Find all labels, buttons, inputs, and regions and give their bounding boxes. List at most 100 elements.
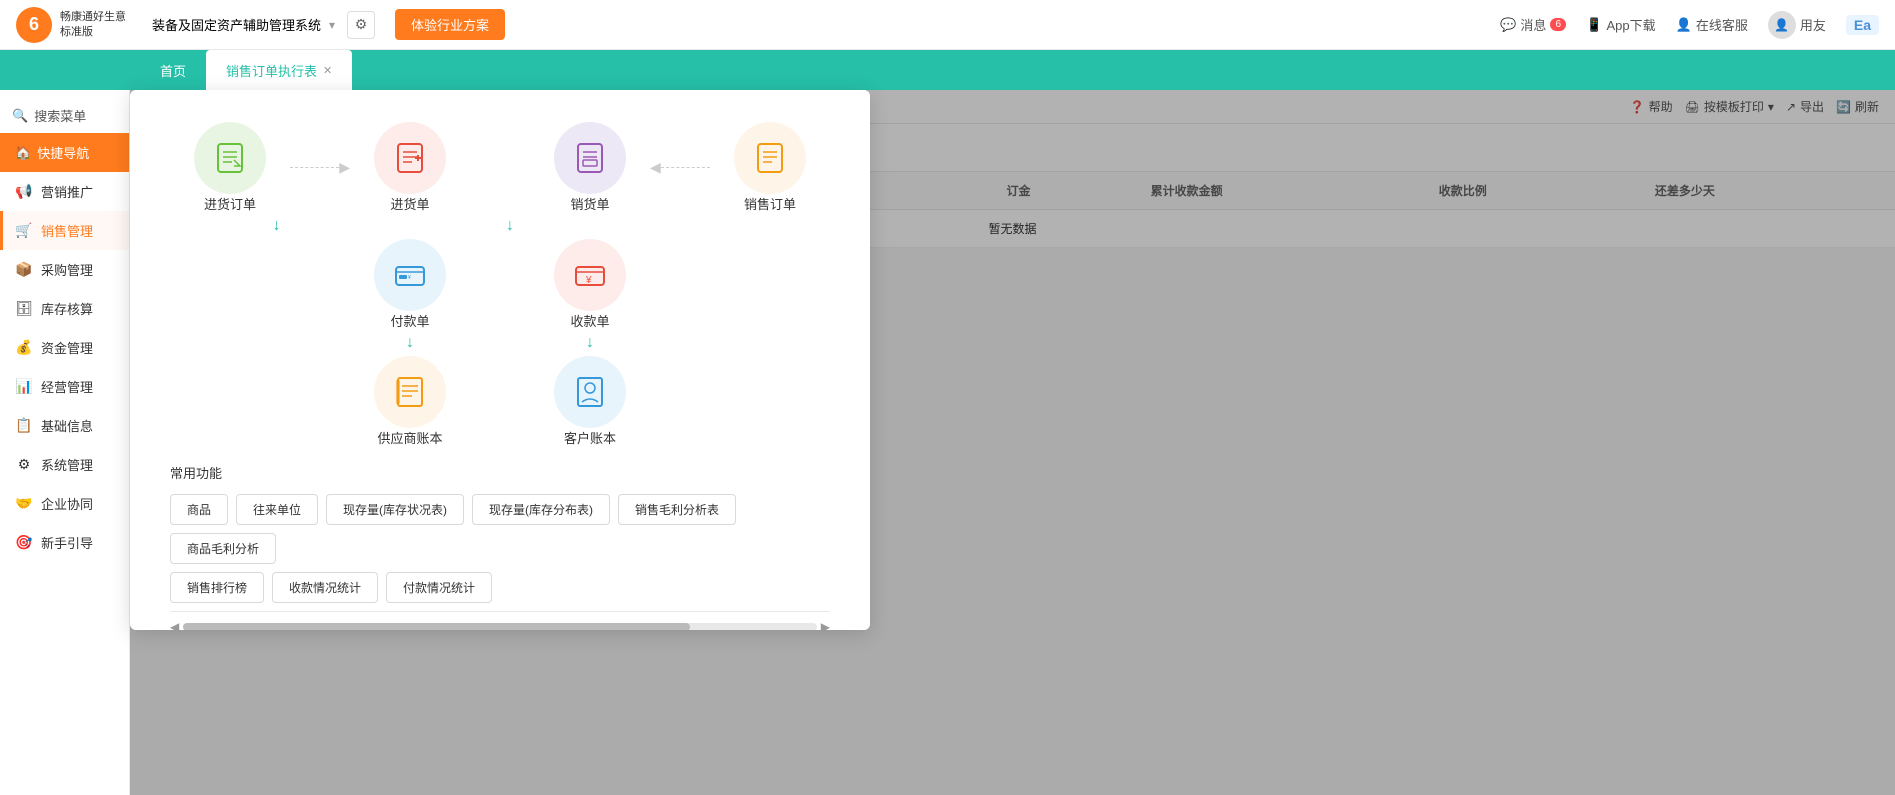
message-button[interactable]: 💬 消息 6 (1500, 15, 1566, 34)
flow-row-1: 进货订单 ▶ 进货单 (170, 122, 830, 213)
scrollbar-track[interactable] (183, 623, 817, 630)
enterprise-icon: 🤝 (15, 495, 33, 513)
online-service-button[interactable]: 👤 在线客服 (1676, 15, 1748, 34)
sidebar-item-base-info[interactable]: 📋 基础信息 (0, 406, 129, 445)
search-icon: 🔍 (12, 108, 28, 124)
system-title-text: 装备及固定资产辅助管理系统 (152, 15, 321, 34)
supplier-ledger-circle[interactable] (374, 356, 446, 428)
func-btn-sales-profit-analysis[interactable]: 销售毛利分析表 (618, 494, 736, 525)
common-functions-section: 常用功能 商品 往来单位 现存量(库存状况表) 现存量(库存分布表) 销售毛利分… (170, 463, 830, 603)
func-btn-goods-profit-analysis[interactable]: 商品毛利分析 (170, 533, 276, 564)
purchase-bill-label: 进货单 (390, 194, 429, 213)
flow-row-2: ¥ 付款单 ¥ 收款单 (170, 239, 830, 330)
logo-icon: 6 (16, 7, 52, 43)
app-title: 装备及固定资产辅助管理系统 ▾ ⚙ 体验行业方案 (136, 9, 1500, 40)
customer-ledger-label: 客户账本 (564, 428, 616, 447)
down-arrow-receipt: ↓ (530, 334, 650, 352)
payment-bill-circle[interactable]: ¥ (374, 239, 446, 311)
func-btn-stock-dist[interactable]: 现存量(库存分布表) (472, 494, 610, 525)
sales-order-circle[interactable] (734, 122, 806, 194)
app-download-button[interactable]: 📱 App下载 (1586, 15, 1655, 34)
ea-badge: Ea (1846, 15, 1879, 35)
flow-sales-order[interactable]: 销售订单 (710, 122, 830, 213)
popup-box: 进货订单 ▶ 进货单 (130, 90, 870, 630)
tab-home[interactable]: 首页 (140, 50, 206, 90)
flow-down-arrows-row: ↓ ↓ (170, 217, 830, 235)
message-badge: 6 (1550, 18, 1566, 31)
service-icon: 👤 (1676, 17, 1692, 33)
func-btn-counterparty[interactable]: 往来单位 (236, 494, 318, 525)
sidebar-item-quick-nav[interactable]: 🏠 快捷导航 (0, 133, 129, 172)
popup-overlay[interactable]: 进货订单 ▶ 进货单 (130, 90, 1895, 795)
purchase-order-circle[interactable] (194, 122, 266, 194)
settings-gear-button[interactable]: ⚙ (347, 11, 375, 39)
flow-payment-bill[interactable]: ¥ 付款单 (350, 239, 470, 330)
flow-purchase-order[interactable]: 进货订单 (170, 122, 290, 213)
flow-sales-bill[interactable]: 销货单 (530, 122, 650, 213)
download-icon: 📱 (1586, 17, 1602, 33)
func-btn-receipt-stats[interactable]: 收款情况统计 (272, 572, 378, 603)
func-btn-sales-ranking[interactable]: 销售排行榜 (170, 572, 264, 603)
title-arrow-icon[interactable]: ▾ (329, 18, 335, 32)
down-arrow-purchase: ↓ (170, 217, 363, 235)
system-icon: ⚙ (15, 456, 33, 474)
sales-order-label: 销售订单 (744, 194, 796, 213)
tab-sales-order-execution[interactable]: 销售订单执行表 ✕ (206, 50, 352, 90)
logo-text: 畅康通好生意 标准版 (60, 10, 126, 39)
receipt-bill-label: 收款单 (570, 311, 609, 330)
inventory-icon: 🗄 (15, 300, 33, 318)
sidebar-item-inventory[interactable]: 🗄 库存核算 (0, 289, 129, 328)
func-btn-goods[interactable]: 商品 (170, 494, 228, 525)
sidebar-item-operations[interactable]: 📊 经营管理 (0, 367, 129, 406)
home-tab-label: 首页 (160, 61, 186, 80)
arrow-so-to-sb: ◀ (650, 159, 710, 176)
receipt-bill-circle[interactable]: ¥ (554, 239, 626, 311)
flow-row-3: 供应商账本 客户账本 (170, 356, 830, 447)
scrollbar-thumb (183, 623, 690, 630)
message-icon: 💬 (1500, 17, 1516, 33)
scroll-right-arrow[interactable]: ▶ (821, 620, 830, 630)
scroll-left-arrow[interactable]: ◀ (170, 620, 179, 630)
header-right: 💬 消息 6 📱 App下载 👤 在线客服 👤 用友 Ea (1500, 11, 1879, 39)
sidebar-item-newbie[interactable]: 🎯 新手引导 (0, 523, 129, 562)
newbie-icon: 🎯 (15, 534, 33, 552)
svg-text:¥: ¥ (585, 275, 592, 286)
sidebar-item-finance[interactable]: 💰 资金管理 (0, 328, 129, 367)
flow-customer-ledger[interactable]: 客户账本 (530, 356, 650, 447)
tab-label: 销售订单执行表 (226, 61, 317, 80)
customer-ledger-circle[interactable] (554, 356, 626, 428)
marketing-icon: 📢 (15, 183, 33, 201)
sidebar-item-enterprise[interactable]: 🤝 企业协同 (0, 484, 129, 523)
flow-receipt-bill[interactable]: ¥ 收款单 (530, 239, 650, 330)
sidebar-item-purchase[interactable]: 📦 采购管理 (0, 250, 129, 289)
quicknav-icon: 🏠 (15, 145, 31, 161)
sidebar: 🔍 搜索菜单 🏠 快捷导航 📢 营销推广 🛒 销售管理 📦 采购管理 🗄 库存核… (0, 90, 130, 795)
func-btn-stock-status[interactable]: 现存量(库存状况表) (326, 494, 464, 525)
sidebar-item-system[interactable]: ⚙ 系统管理 (0, 445, 129, 484)
func-row-1: 商品 往来单位 现存量(库存状况表) 现存量(库存分布表) 销售毛利分析表 商品… (170, 494, 830, 564)
top-header: 6 畅康通好生意 标准版 装备及固定资产辅助管理系统 ▾ ⚙ 体验行业方案 💬 … (0, 0, 1895, 50)
finance-icon: 💰 (15, 339, 33, 357)
main-layout: 🔍 搜索菜单 🏠 快捷导航 📢 营销推广 🛒 销售管理 📦 采购管理 🗄 库存核… (0, 90, 1895, 795)
popup-scrollbar[interactable]: ◀ ▶ (170, 611, 830, 630)
sidebar-item-sales[interactable]: 🛒 销售管理 (0, 211, 129, 250)
user-avatar: 👤 (1768, 11, 1796, 39)
user-area[interactable]: 👤 用友 (1768, 11, 1826, 39)
content-area: ❓ 帮助 🖨 按模板打印 ▾ ↗ 导出 🔄 刷新 yyyy-mm-dd 📅 (130, 90, 1895, 795)
sales-bill-circle[interactable] (554, 122, 626, 194)
svg-text:¥: ¥ (408, 275, 411, 281)
common-functions-title: 常用功能 (170, 463, 830, 482)
purchase-bill-circle[interactable] (374, 122, 446, 194)
sidebar-search[interactable]: 🔍 搜索菜单 (0, 98, 129, 133)
flow-purchase-bill[interactable]: 进货单 (350, 122, 470, 213)
sales-icon: 🛒 (15, 222, 33, 240)
sidebar-item-marketing[interactable]: 📢 营销推广 (0, 172, 129, 211)
trial-button[interactable]: 体验行业方案 (395, 9, 505, 40)
purchase-icon: 📦 (15, 261, 33, 279)
payment-bill-label: 付款单 (390, 311, 429, 330)
tab-close-icon[interactable]: ✕ (323, 64, 332, 77)
down-arrow-payment: ↓ (350, 334, 470, 352)
flow-down-arrows-row2: ↓ ↓ (170, 334, 830, 352)
func-btn-payment-stats[interactable]: 付款情况统计 (386, 572, 492, 603)
flow-supplier-ledger[interactable]: 供应商账本 (350, 356, 470, 447)
